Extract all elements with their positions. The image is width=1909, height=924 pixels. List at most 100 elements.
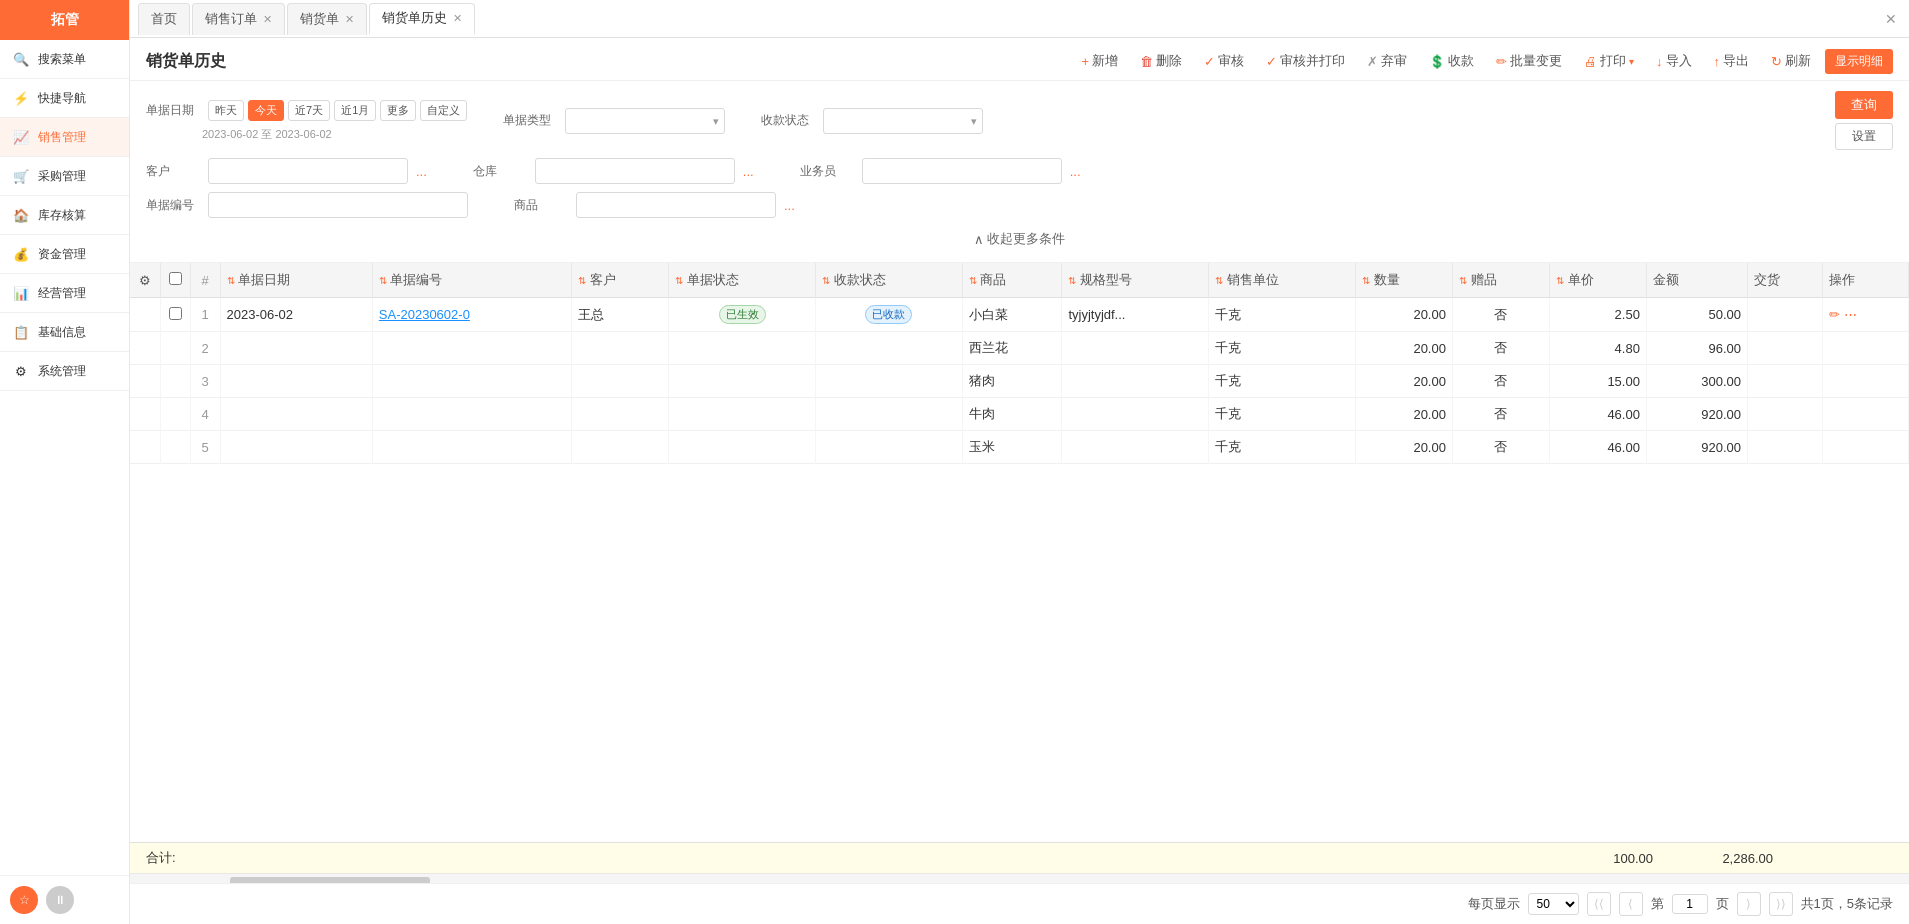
col-gift[interactable]: ⇅ 赠品 <box>1452 263 1549 298</box>
tab-sales-goods[interactable]: 销货单 ✕ <box>287 3 367 35</box>
row-docno-1[interactable] <box>372 332 571 365</box>
row-docno-4[interactable] <box>372 431 571 464</box>
sidebar-bottom-btn-2[interactable]: ⏸ <box>46 886 74 914</box>
row-checkbox-4[interactable] <box>160 431 190 464</box>
inventory-icon: 🏠 <box>12 206 30 224</box>
warehouse-ellipsis[interactable]: ... <box>743 164 754 179</box>
row-num-1: 2 <box>190 332 220 365</box>
row-checkbox-0[interactable] <box>160 298 190 332</box>
payment-status-select[interactable] <box>823 108 983 134</box>
date-btn-today[interactable]: 今天 <box>248 100 284 121</box>
sidebar-item-quicknav[interactable]: ⚡ 快捷导航 <box>0 79 129 118</box>
filter-customer: 客户 ... <box>146 158 427 184</box>
tab-sales-order-close[interactable]: ✕ <box>263 14 272 25</box>
col-doc-status[interactable]: ⇅ 单据状态 <box>669 263 816 298</box>
tab-bar: 首页 销售订单 ✕ 销货单 ✕ 销货单历史 ✕ ✕ <box>130 0 1909 38</box>
batch-change-button[interactable]: ✏ 批量变更 <box>1488 48 1570 74</box>
tab-sales-history[interactable]: 销货单历史 ✕ <box>369 3 475 35</box>
main-content: 首页 销售订单 ✕ 销货单 ✕ 销货单历史 ✕ ✕ 销货单历史 + 新增 <box>130 0 1909 924</box>
window-close-btn[interactable]: ✕ <box>1881 9 1901 29</box>
tab-sales-order[interactable]: 销售订单 ✕ <box>192 3 285 35</box>
sidebar-item-finance[interactable]: 💰 资金管理 <box>0 235 129 274</box>
first-page-btn[interactable]: ⟨⟨ <box>1587 892 1611 916</box>
export-button[interactable]: ↑ 导出 <box>1706 48 1758 74</box>
print-button[interactable]: 🖨 打印 ▾ <box>1576 48 1642 74</box>
receive-button[interactable]: 💲 收款 <box>1421 48 1482 74</box>
prev-page-btn[interactable]: ⟨ <box>1619 892 1643 916</box>
tab-home[interactable]: 首页 <box>138 3 190 35</box>
customer-input[interactable] <box>208 158 408 184</box>
scroll-bar[interactable] <box>130 873 1909 883</box>
sidebar-item-inventory[interactable]: 🏠 库存核算 <box>0 196 129 235</box>
per-page-select[interactable]: 20 50 100 <box>1528 893 1579 915</box>
show-detail-button[interactable]: 显示明细 <box>1825 49 1893 74</box>
refresh-button[interactable]: ↻ 刷新 <box>1763 48 1819 74</box>
goods-input[interactable] <box>576 192 776 218</box>
collapse-button[interactable]: ∧ 收起更多条件 <box>146 226 1893 252</box>
sidebar-item-system[interactable]: ⚙ 系统管理 <box>0 352 129 391</box>
sidebar-item-basic[interactable]: 📋 基础信息 <box>0 313 129 352</box>
new-button[interactable]: + 新增 <box>1073 48 1126 74</box>
col-spec[interactable]: ⇅ 规格型号 <box>1062 263 1209 298</box>
select-all-checkbox[interactable] <box>169 272 182 285</box>
abandon-button[interactable]: ✗ 弃审 <box>1359 48 1415 74</box>
goods-label: 商品 <box>514 197 570 214</box>
more-icon[interactable]: ⋯ <box>1844 307 1857 322</box>
row-paystatus-4 <box>815 431 962 464</box>
row-docno-0[interactable]: SA-20230602-0 <box>372 298 571 332</box>
doc-no-input[interactable] <box>208 192 468 218</box>
payment-status-label: 收款状态 <box>761 112 817 129</box>
sidebar-item-label-sales: 销售管理 <box>38 129 86 146</box>
col-goods[interactable]: ⇅ 商品 <box>962 263 1062 298</box>
new-label: 新增 <box>1092 52 1118 70</box>
warehouse-input[interactable] <box>535 158 735 184</box>
staff-input[interactable] <box>862 158 1062 184</box>
sidebar-item-operations[interactable]: 📊 经营管理 <box>0 274 129 313</box>
page-input[interactable] <box>1672 894 1708 914</box>
abandon-icon: ✗ <box>1367 54 1378 69</box>
customer-label: 客户 <box>146 163 202 180</box>
edit-icon[interactable]: ✏ <box>1829 307 1840 322</box>
col-customer[interactable]: ⇅ 客户 <box>572 263 669 298</box>
date-btn-1month[interactable]: 近1月 <box>334 100 376 121</box>
row-checkbox-1[interactable] <box>160 332 190 365</box>
col-settings[interactable]: ⚙ <box>130 263 160 298</box>
audit-print-button[interactable]: ✓ 审核并打印 <box>1258 48 1353 74</box>
row-docno-2[interactable] <box>372 365 571 398</box>
staff-ellipsis[interactable]: ... <box>1070 164 1081 179</box>
next-page-btn[interactable]: ⟩ <box>1737 892 1761 916</box>
row-checkbox-3[interactable] <box>160 398 190 431</box>
col-price[interactable]: ⇅ 单价 <box>1549 263 1646 298</box>
tab-sales-history-close[interactable]: ✕ <box>453 13 462 24</box>
col-date[interactable]: ⇅ 单据日期 <box>220 263 372 298</box>
date-btn-yesterday[interactable]: 昨天 <box>208 100 244 121</box>
row-checkbox-2[interactable] <box>160 365 190 398</box>
date-btn-7days[interactable]: 近7天 <box>288 100 330 121</box>
batch-change-icon: ✏ <box>1496 54 1507 69</box>
table-header-row: ⚙ # ⇅ 单据日期 ⇅ 单据编号 ⇅ 客户 ⇅ 单据状态 ⇅ 收款状态 ⇅ 商… <box>130 263 1909 298</box>
row-transaction-4 <box>1748 431 1823 464</box>
col-unit[interactable]: ⇅ 销售单位 <box>1209 263 1356 298</box>
customer-ellipsis[interactable]: ... <box>416 164 427 179</box>
import-button[interactable]: ↓ 导入 <box>1648 48 1700 74</box>
delete-button[interactable]: 🗑 删除 <box>1132 48 1190 74</box>
row-docno-3[interactable] <box>372 398 571 431</box>
col-pay-status[interactable]: ⇅ 收款状态 <box>815 263 962 298</box>
goods-ellipsis[interactable]: ... <box>784 198 795 213</box>
settings-button[interactable]: 设置 <box>1835 123 1893 150</box>
sidebar-item-sales[interactable]: 📈 销售管理 <box>0 118 129 157</box>
audit-button[interactable]: ✓ 审核 <box>1196 48 1252 74</box>
col-doc-no[interactable]: ⇅ 单据编号 <box>372 263 571 298</box>
query-button[interactable]: 查询 <box>1835 91 1893 119</box>
tab-sales-goods-close[interactable]: ✕ <box>345 14 354 25</box>
date-btn-custom[interactable]: 自定义 <box>420 100 467 121</box>
doc-type-select[interactable] <box>565 108 725 134</box>
audit-print-label: 审核并打印 <box>1280 52 1345 70</box>
sidebar-item-purchase[interactable]: 🛒 采购管理 <box>0 157 129 196</box>
sidebar-item-search[interactable]: 🔍 搜索菜单 <box>0 40 129 79</box>
date-btn-more[interactable]: 更多 <box>380 100 416 121</box>
col-qty[interactable]: ⇅ 数量 <box>1355 263 1452 298</box>
row-docstatus-2 <box>669 365 816 398</box>
sidebar-bottom-btn-1[interactable]: ☆ <box>10 886 38 914</box>
last-page-btn[interactable]: ⟩⟩ <box>1769 892 1793 916</box>
